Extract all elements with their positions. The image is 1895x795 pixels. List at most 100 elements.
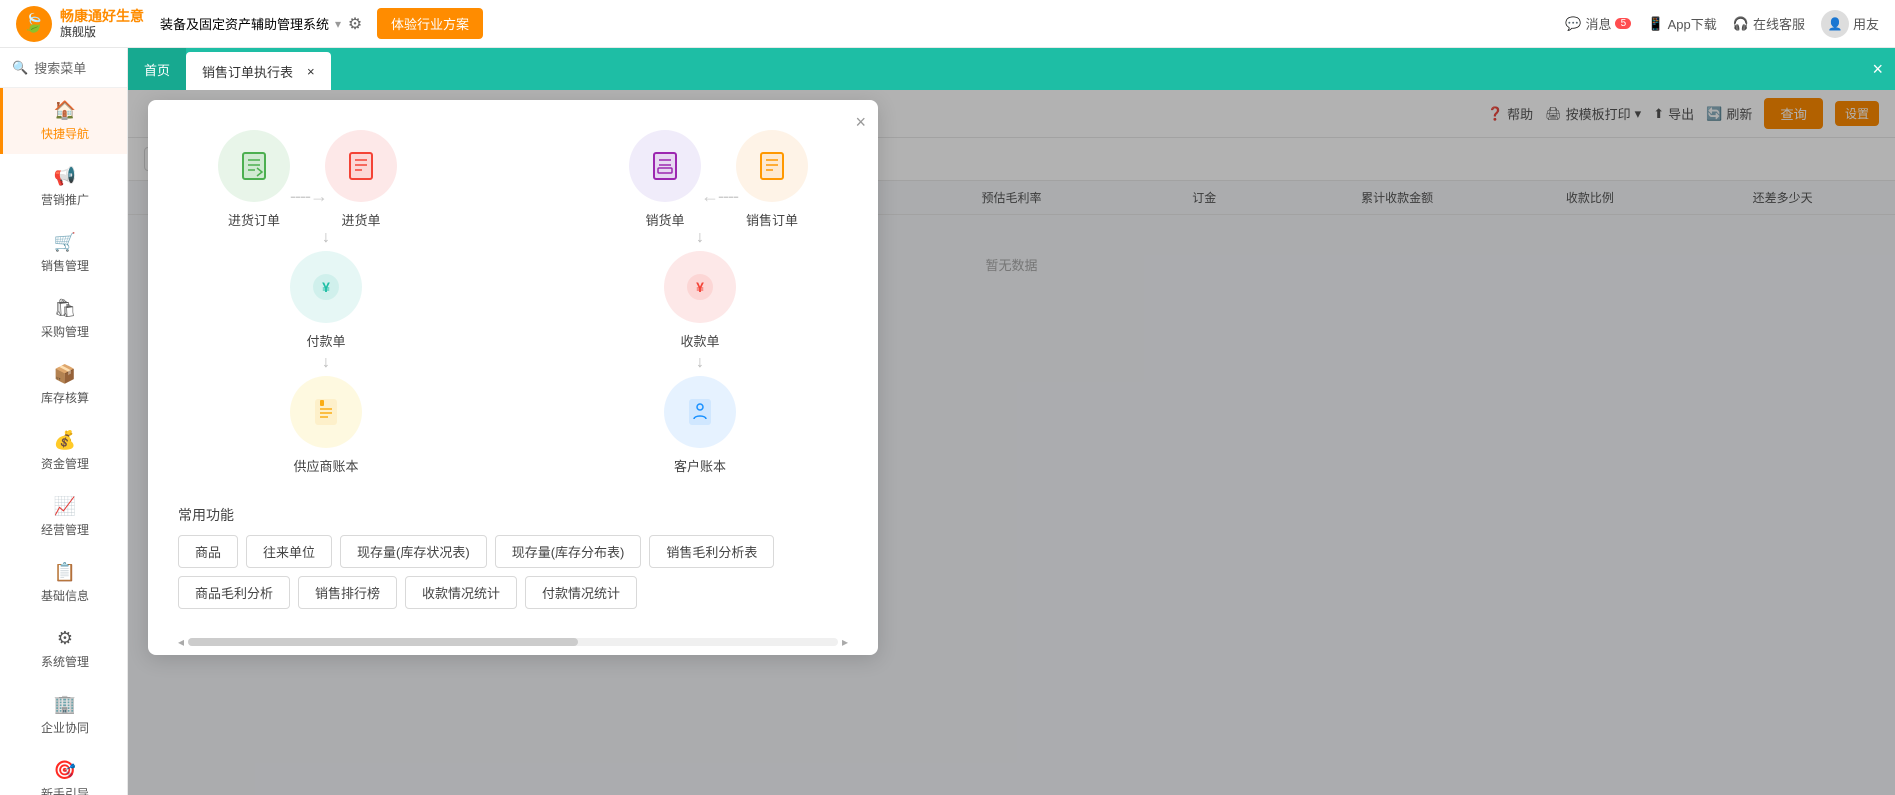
megaphone-icon: 📢 xyxy=(54,166,76,187)
sidebar-item-guide[interactable]: 🎯 新手引导 xyxy=(0,748,127,795)
box-icon: 📦 xyxy=(54,364,76,385)
info-icon: 📋 xyxy=(54,562,76,583)
sales-receipt-icon xyxy=(629,130,701,202)
scrollbar-track[interactable] xyxy=(188,638,838,646)
sales-order-icon xyxy=(736,130,808,202)
sidebar-label-finance: 资金管理 xyxy=(41,455,89,472)
arrow-po-to-pr: - - - - → xyxy=(290,186,325,207)
tab-home[interactable]: 首页 xyxy=(128,48,186,90)
content-area: 首页 销售订单执行表 × × ❓ 帮助 🖨 xyxy=(128,48,1895,795)
down-arrow-receipt: ↓ xyxy=(696,354,704,372)
system-title: 装备及固定资产辅助管理系统 xyxy=(160,14,329,33)
flow-node-sales-receipt[interactable]: 销货单 xyxy=(629,130,701,229)
message-button[interactable]: 💬 消息 5 xyxy=(1565,14,1631,33)
tab-close-button[interactable]: × xyxy=(307,64,315,79)
settings-button[interactable]: ⚙ xyxy=(341,10,369,38)
receipt-icon: ¥ xyxy=(664,251,736,323)
online-service-label: 在线客服 xyxy=(1753,14,1805,33)
common-func-btn-3[interactable]: 现存量(库存分布表) xyxy=(495,535,642,568)
sidebar-label-guide: 新手引导 xyxy=(41,785,89,795)
tab-bar: 首页 销售订单执行表 × × xyxy=(128,48,1895,90)
flow-node-receipt[interactable]: ¥ 收款单 xyxy=(664,251,736,350)
message-label: 消息 xyxy=(1585,14,1611,33)
search-menu-button[interactable]: 🔍 搜索菜单 xyxy=(0,48,127,88)
flow-node-sales-order[interactable]: 销售订单 xyxy=(736,130,808,229)
home-icon: 🏠 xyxy=(54,100,76,121)
down-arrow-sr: ↓ xyxy=(696,229,704,247)
mobile-icon: 📱 xyxy=(1647,16,1663,32)
flow-node-customer-ledger[interactable]: 客户账本 xyxy=(664,376,736,475)
avatar: 👤 xyxy=(1821,10,1849,38)
flow-node-purchase-receipt[interactable]: 进货单 xyxy=(325,130,397,229)
user-name: 用友 xyxy=(1853,14,1879,33)
search-menu-label: 搜索菜单 xyxy=(34,58,86,77)
common-func-btn-1[interactable]: 往来单位 xyxy=(246,535,332,568)
logo-text: 畅康通好生意 旗舰版 xyxy=(60,7,144,41)
scroll-left-icon[interactable]: ◂ xyxy=(178,635,184,649)
popup-close-button[interactable]: × xyxy=(855,112,866,133)
common-func-btn-2[interactable]: 现存量(库存状况表) xyxy=(340,535,487,568)
headset-icon: 🎧 xyxy=(1733,16,1749,32)
sidebar-item-marketing[interactable]: 📢 营销推广 xyxy=(0,154,127,220)
bag-icon: 🛍 xyxy=(54,298,77,319)
building-icon: 🏢 xyxy=(54,694,76,715)
online-service-button[interactable]: 🎧 在线客服 xyxy=(1733,14,1805,33)
common-functions-section: 常用功能 商品往来单位现存量(库存状况表)现存量(库存分布表)销售毛利分析表商品… xyxy=(148,495,878,629)
supplier-ledger-icon xyxy=(290,376,362,448)
gear-icon: ⚙ xyxy=(57,628,73,649)
svg-text:¥: ¥ xyxy=(322,279,330,295)
system-name-area: 装备及固定资产辅助管理系统 ▾ xyxy=(160,14,341,33)
down-arrow-pr: ↓ xyxy=(322,229,330,247)
svg-text:¥: ¥ xyxy=(696,279,704,295)
sidebar-item-inventory[interactable]: 📦 库存核算 xyxy=(0,352,127,418)
common-func-btn-5[interactable]: 商品毛利分析 xyxy=(178,576,290,609)
app-container: 🍃 畅康通好生意 旗舰版 装备及固定资产辅助管理系统 ▾ ⚙ 体验行业方案 💬 … xyxy=(0,0,1895,795)
popup-scrollbar[interactable]: ◂ ▸ xyxy=(148,629,878,655)
sidebar-item-quick-nav[interactable]: 🏠 快捷导航 xyxy=(0,88,127,154)
sidebar-item-sales[interactable]: 🛒 销售管理 xyxy=(0,220,127,286)
app-download-button[interactable]: 📱 App下载 xyxy=(1647,14,1716,33)
home-tab-label: 首页 xyxy=(144,60,170,79)
flow-node-purchase-order[interactable]: 进货订单 xyxy=(218,130,290,229)
customer-ledger-icon xyxy=(664,376,736,448)
common-func-btn-4[interactable]: 销售毛利分析表 xyxy=(649,535,774,568)
close-panel-button[interactable]: × xyxy=(1860,59,1895,80)
common-functions-title: 常用功能 xyxy=(178,505,848,525)
purchase-receipt-icon xyxy=(325,130,397,202)
down-arrow-payment: ↓ xyxy=(322,354,330,372)
payment-label: 付款单 xyxy=(306,331,345,350)
flow-diagram: 进货订单 - - - - → xyxy=(148,100,878,495)
common-func-btn-8[interactable]: 付款情况统计 xyxy=(525,576,637,609)
flow-node-payment[interactable]: ¥ 付款单 xyxy=(290,251,362,350)
cart-icon: 🛒 xyxy=(54,232,76,253)
sidebar-item-system[interactable]: ⚙ 系统管理 xyxy=(0,616,127,682)
scroll-right-icon[interactable]: ▸ xyxy=(842,635,848,649)
sidebar-item-operations[interactable]: 📈 经营管理 xyxy=(0,484,127,550)
experience-button[interactable]: 体验行业方案 xyxy=(377,8,483,39)
scrollbar-thumb[interactable] xyxy=(188,638,578,646)
sidebar-label-quick-nav: 快捷导航 xyxy=(41,125,89,142)
sidebar-item-purchase[interactable]: 🛍 采购管理 xyxy=(0,286,127,352)
top-right-area: 💬 消息 5 📱 App下载 🎧 在线客服 👤 用友 xyxy=(1565,10,1879,38)
flow-node-supplier-ledger[interactable]: 供应商账本 xyxy=(290,376,362,475)
popup-overlay[interactable]: × 进 xyxy=(128,90,1895,795)
sidebar-label-marketing: 营销推广 xyxy=(41,191,89,208)
logo-icon: 🍃 xyxy=(16,6,52,42)
logo-sub-title: 旗舰版 xyxy=(60,25,144,41)
sales-order-tab-label: 销售订单执行表 xyxy=(202,62,293,81)
sidebar: 🔍 搜索菜单 🏠 快捷导航 📢 营销推广 🛒 销售管理 🛍 采购管理 📦 xyxy=(0,48,128,795)
search-icon: 🔍 xyxy=(12,60,28,76)
sidebar-item-enterprise[interactable]: 🏢 企业协同 xyxy=(0,682,127,748)
purchase-order-label: 进货订单 xyxy=(228,210,280,229)
tab-sales-order[interactable]: 销售订单执行表 × xyxy=(186,52,331,90)
sidebar-item-finance[interactable]: 💰 资金管理 xyxy=(0,418,127,484)
sidebar-item-base-info[interactable]: 📋 基础信息 xyxy=(0,550,127,616)
sidebar-label-enterprise: 企业协同 xyxy=(41,719,89,736)
sidebar-label-purchase: 采购管理 xyxy=(41,323,89,340)
common-func-btn-0[interactable]: 商品 xyxy=(178,535,238,568)
common-func-btn-6[interactable]: 销售排行榜 xyxy=(298,576,397,609)
common-buttons-row: 商品往来单位现存量(库存状况表)现存量(库存分布表)销售毛利分析表商品毛利分析销… xyxy=(178,535,848,609)
purchase-receipt-label: 进货单 xyxy=(341,210,380,229)
user-area[interactable]: 👤 用友 xyxy=(1821,10,1879,38)
common-func-btn-7[interactable]: 收款情况统计 xyxy=(405,576,517,609)
